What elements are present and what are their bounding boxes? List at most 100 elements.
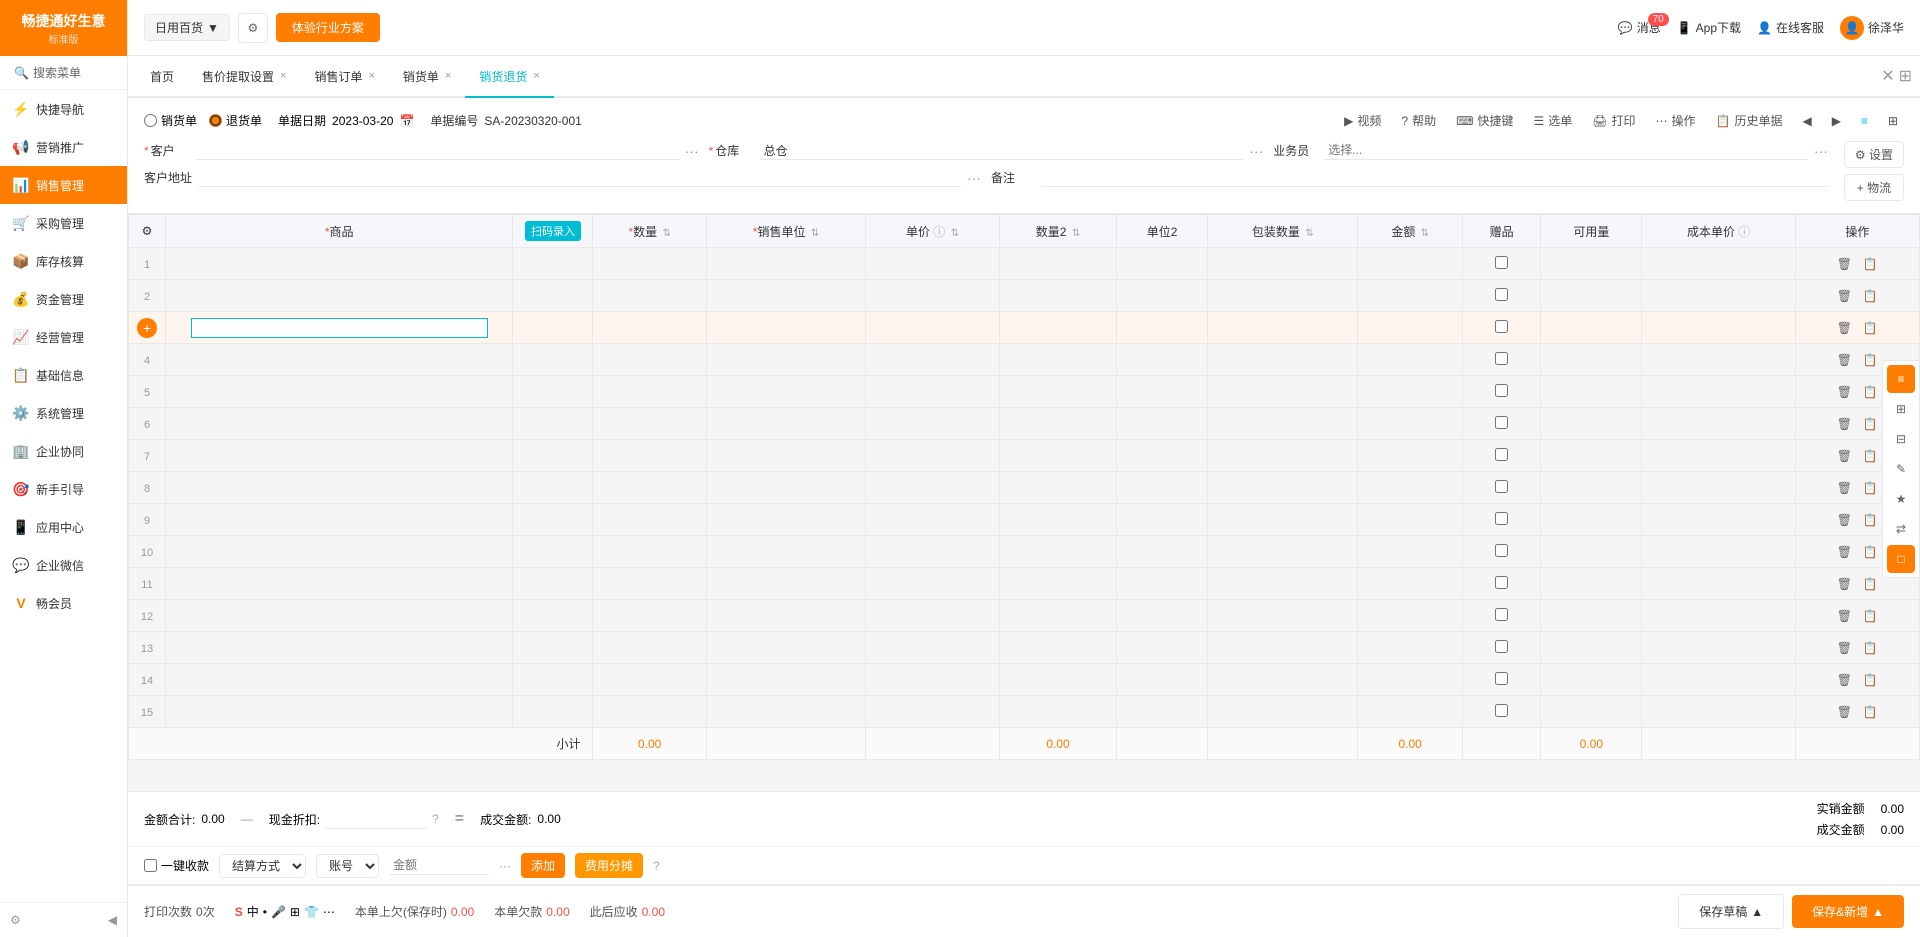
qty2-cell[interactable] xyxy=(999,536,1116,568)
price-cell[interactable] xyxy=(866,600,1000,632)
product-cell[interactable] xyxy=(166,632,513,664)
copy-row-btn[interactable]: 📋 xyxy=(1859,701,1881,723)
logistics-btn[interactable]: + 物流 xyxy=(1844,174,1904,201)
unit-sort-icon[interactable]: ⇅ xyxy=(811,228,819,239)
operation-btn[interactable]: ⋯ 操作 xyxy=(1649,110,1701,131)
gift-cell[interactable] xyxy=(1462,248,1540,280)
float-screen-icon[interactable]: □ xyxy=(1887,545,1915,573)
qty-cell[interactable] xyxy=(593,536,706,568)
amount-cell[interactable] xyxy=(1358,600,1462,632)
online-service-item[interactable]: 👤 在线客服 xyxy=(1757,19,1824,36)
float-minus-icon[interactable]: ⊟ xyxy=(1887,425,1915,453)
unit-cell[interactable] xyxy=(706,504,865,536)
amount-cell[interactable] xyxy=(1358,248,1462,280)
sidebar-item-basic-info[interactable]: 📋 基础信息 xyxy=(0,356,127,394)
qty-cell[interactable] xyxy=(593,408,706,440)
unit-cell[interactable] xyxy=(706,376,865,408)
amount-cell[interactable] xyxy=(1358,536,1462,568)
pack-cell[interactable] xyxy=(1208,312,1358,344)
qty-cell[interactable] xyxy=(593,664,706,696)
radio-return-input[interactable] xyxy=(209,114,222,127)
select-btn[interactable]: ☰ 选单 xyxy=(1527,110,1578,131)
price-sort-icon[interactable]: ⇅ xyxy=(951,228,959,239)
qty-sort-icon[interactable]: ⇅ xyxy=(662,228,670,239)
gift-cell[interactable] xyxy=(1462,696,1540,728)
dots-more[interactable]: ··· xyxy=(499,859,511,873)
product-cell[interactable] xyxy=(166,248,513,280)
price-cell[interactable] xyxy=(866,536,1000,568)
gift-checkbox[interactable] xyxy=(1495,288,1508,301)
sidebar-item-app-center[interactable]: 📱 应用中心 xyxy=(0,508,127,546)
qty-cell[interactable] xyxy=(593,280,706,312)
pack-cell[interactable] xyxy=(1208,440,1358,472)
tab-sales-return-close[interactable]: × xyxy=(533,70,539,82)
unit2-cell[interactable] xyxy=(1117,696,1208,728)
payment-amount-input[interactable] xyxy=(389,856,489,875)
scan-enter-btn[interactable]: 扫码录入 xyxy=(525,221,581,241)
one-click-payment[interactable]: 一键收款 xyxy=(144,857,209,874)
gift-checkbox[interactable] xyxy=(1495,480,1508,493)
customer-input[interactable] xyxy=(195,141,679,160)
pack-cell[interactable] xyxy=(1208,536,1358,568)
tab-sales-invoice-close[interactable]: × xyxy=(445,70,451,82)
maximize-button[interactable]: ⊞ xyxy=(1899,66,1912,86)
pack-cell[interactable] xyxy=(1208,376,1358,408)
unit2-cell[interactable] xyxy=(1117,536,1208,568)
sidebar-item-operations[interactable]: 📈 经营管理 xyxy=(0,318,127,356)
float-list-icon[interactable]: ≡ xyxy=(1887,365,1915,393)
settings-side-btn[interactable]: ⚙ 设置 xyxy=(1844,141,1904,168)
float-grid-icon[interactable]: ⊞ xyxy=(1887,395,1915,423)
gift-cell[interactable] xyxy=(1462,472,1540,504)
unit-cell[interactable] xyxy=(706,536,865,568)
qty2-cell[interactable] xyxy=(999,312,1116,344)
product-cell[interactable] xyxy=(166,568,513,600)
unit-cell[interactable] xyxy=(706,408,865,440)
gift-checkbox[interactable] xyxy=(1495,256,1508,269)
price-cell[interactable] xyxy=(866,664,1000,696)
delete-row-btn[interactable]: 🗑 xyxy=(1833,701,1855,723)
unit2-cell[interactable] xyxy=(1117,344,1208,376)
price-cell[interactable] xyxy=(866,408,1000,440)
sidebar-item-sales-mgmt[interactable]: 📊 销售管理 xyxy=(0,166,127,204)
sidebar-item-guide[interactable]: 🎯 新手引导 xyxy=(0,470,127,508)
product-cell[interactable] xyxy=(166,472,513,504)
radio-sale[interactable]: 销货单 xyxy=(144,112,197,129)
delete-row-btn[interactable]: 🗑 xyxy=(1833,669,1855,691)
product-cell[interactable] xyxy=(166,440,513,472)
unit-cell[interactable] xyxy=(706,568,865,600)
qty2-cell[interactable] xyxy=(999,600,1116,632)
amount-cell[interactable] xyxy=(1358,376,1462,408)
delete-row-btn[interactable]: 🗑 xyxy=(1833,445,1855,467)
tab-price-settings[interactable]: 售价提取设置 × xyxy=(188,56,300,98)
pack-cell[interactable] xyxy=(1208,600,1358,632)
price-cell[interactable] xyxy=(866,280,1000,312)
experience-button[interactable]: 体验行业方案 xyxy=(276,13,380,42)
unit2-cell[interactable] xyxy=(1117,568,1208,600)
copy-row-btn[interactable]: 📋 xyxy=(1859,573,1881,595)
float-swap-icon[interactable]: ⇄ xyxy=(1887,515,1915,543)
unit2-cell[interactable] xyxy=(1117,632,1208,664)
qty-cell[interactable] xyxy=(593,600,706,632)
product-cell[interactable] xyxy=(166,312,513,344)
price-cell[interactable] xyxy=(866,472,1000,504)
addr-dots-btn[interactable]: ··· xyxy=(967,170,981,186)
gift-cell[interactable] xyxy=(1462,664,1540,696)
gift-checkbox[interactable] xyxy=(1495,672,1508,685)
amount-cell[interactable] xyxy=(1358,568,1462,600)
gift-cell[interactable] xyxy=(1462,408,1540,440)
sidebar-item-inventory[interactable]: 📦 库存核算 xyxy=(0,242,127,280)
gift-cell[interactable] xyxy=(1462,280,1540,312)
delete-row-btn[interactable]: 🗑 xyxy=(1833,573,1855,595)
copy-row-btn[interactable]: 📋 xyxy=(1859,381,1881,403)
product-cell[interactable] xyxy=(166,280,513,312)
qty2-cell[interactable] xyxy=(999,696,1116,728)
price-cell[interactable] xyxy=(866,312,1000,344)
print-btn[interactable]: 🖨 打印 xyxy=(1586,110,1641,131)
qty2-cell[interactable] xyxy=(999,568,1116,600)
app-download-item[interactable]: 📱 App下载 xyxy=(1677,19,1741,36)
radio-return[interactable]: 退货单 xyxy=(209,112,262,129)
unit2-cell[interactable] xyxy=(1117,376,1208,408)
delete-row-btn[interactable]: 🗑 xyxy=(1833,413,1855,435)
qty2-cell[interactable] xyxy=(999,344,1116,376)
date-selector[interactable]: 日用百货 ▼ xyxy=(144,14,230,41)
